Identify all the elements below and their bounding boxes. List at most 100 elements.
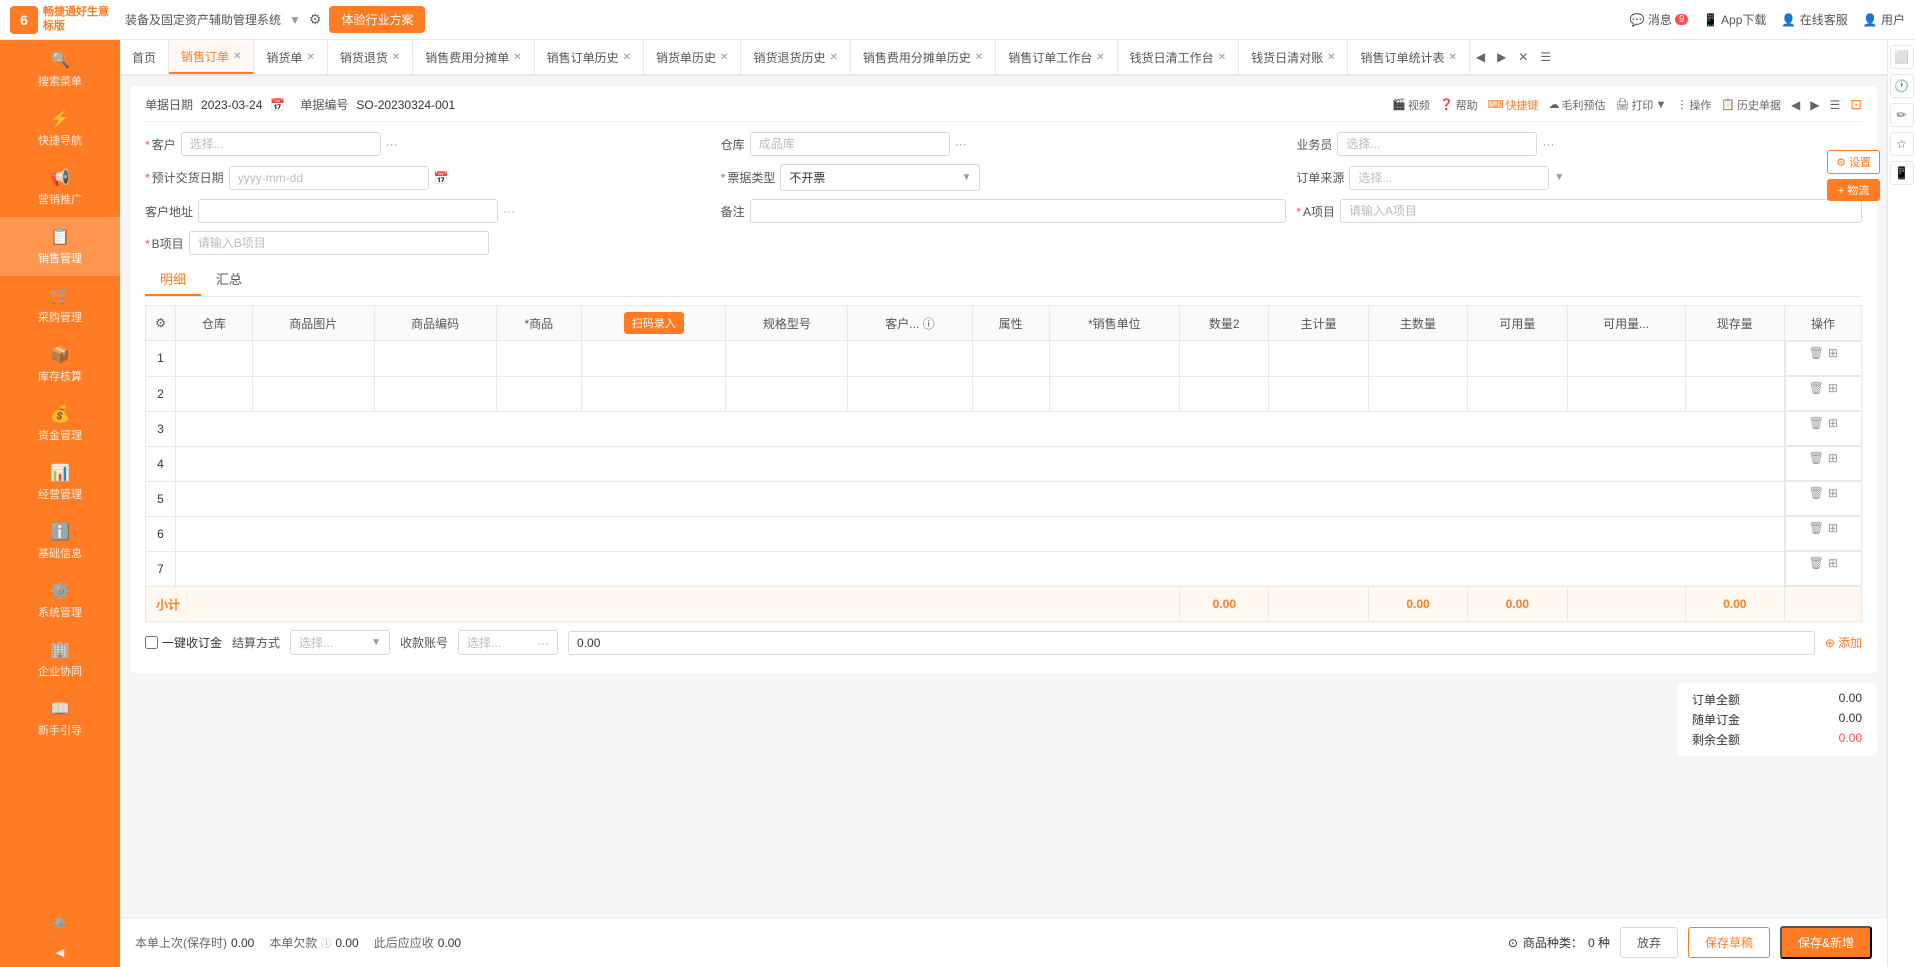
row-2-customer[interactable] (848, 376, 972, 411)
discard-button[interactable]: 放弃 (1620, 927, 1678, 958)
tab-prev-btn[interactable]: ◀ (1470, 50, 1491, 64)
account-ellipsis[interactable]: ··· (537, 636, 549, 650)
remark-input[interactable] (750, 199, 1287, 223)
tab-sales-invoice[interactable]: 销货单 ✕ (254, 40, 327, 74)
tab-return-history-close[interactable]: ✕ (829, 52, 837, 63)
product-types-icon[interactable]: ⊙ (1508, 936, 1518, 950)
tab-home[interactable]: 首页 (120, 40, 169, 74)
col-available-ext[interactable]: 可用量... (1567, 306, 1685, 341)
warehouse-input[interactable] (750, 132, 950, 156)
save-new-button[interactable]: 保存&新增 (1780, 926, 1872, 959)
row-4-delete-icon[interactable]: 🗑 (1809, 451, 1824, 476)
row-5-delete-icon[interactable]: 🗑 (1809, 486, 1824, 511)
row-1-unit[interactable] (1049, 341, 1180, 377)
settings-icon[interactable]: ⚙ (309, 11, 322, 28)
row-3-copy-icon[interactable]: ⊞ (1828, 416, 1838, 441)
row-7-delete-icon[interactable]: 🗑 (1809, 556, 1824, 581)
add-material-button[interactable]: + 物流 (1827, 179, 1880, 201)
solution-button[interactable]: 体验行业方案 (329, 6, 425, 33)
row-1-customer[interactable] (848, 341, 972, 377)
row-2-scan[interactable] (582, 376, 726, 411)
tab-sales-order-history-close[interactable]: ✕ (623, 52, 631, 63)
nav-prev-icon[interactable]: ◀ (1791, 98, 1800, 112)
payment-method-select[interactable]: 选择... ▼ (290, 630, 390, 655)
tab-sales-workbench-close[interactable]: ✕ (1096, 52, 1104, 63)
fullscreen-icon[interactable]: ⊡ (1850, 96, 1862, 113)
row-2-attr[interactable] (972, 376, 1049, 411)
col-qty2[interactable]: 数量2 (1180, 306, 1269, 341)
col-warehouse[interactable]: 仓库 (176, 306, 253, 341)
row-2-delete-icon[interactable]: 🗑 (1809, 381, 1824, 406)
tab-daily-reconcile[interactable]: 钱货日清对账 ✕ (1239, 40, 1348, 74)
col-product-image[interactable]: 商品图片 (252, 306, 374, 341)
row-1-stock[interactable] (1685, 341, 1784, 377)
tab-sales-fee-close[interactable]: ✕ (513, 52, 521, 63)
history-btn[interactable]: 📋 历史单据 (1721, 97, 1781, 113)
nav-next-icon[interactable]: ▶ (1810, 98, 1819, 112)
col-main-qty[interactable]: 主数量 (1368, 306, 1467, 341)
calendar-icon[interactable]: 📅 (270, 98, 285, 112)
row-2-available[interactable] (1468, 376, 1567, 411)
customer-input[interactable] (181, 132, 381, 156)
row-2-copy-icon[interactable]: ⊞ (1828, 381, 1838, 406)
one-click-checkbox-label[interactable]: 一键收订金 (145, 634, 222, 651)
tab-sales-order[interactable]: 销售订单 ✕ (169, 40, 254, 74)
row-2-available-ext[interactable] (1567, 376, 1685, 411)
col-scan[interactable]: 扫码录入 (582, 306, 726, 341)
rp-icon-2[interactable]: 🕐 (1890, 74, 1914, 98)
sidebar-collapse-btn[interactable]: ◀ (0, 938, 120, 967)
row-2-unit[interactable] (1049, 376, 1180, 411)
debit-info-icon[interactable]: ⓘ (321, 935, 331, 950)
save-draft-button[interactable]: 保存草稿 (1688, 927, 1770, 958)
tab-daily-workbench-close[interactable]: ✕ (1218, 52, 1226, 63)
customer-address-input[interactable] (198, 199, 498, 223)
tab-sales-workbench[interactable]: 销售订单工作台 ✕ (996, 40, 1117, 74)
shortcut-btn[interactable]: ⌨ 快捷键 (1488, 97, 1539, 113)
account-select[interactable]: 选择... ··· (458, 630, 558, 655)
row-2-main-unit[interactable] (1269, 376, 1368, 411)
online-support-link[interactable]: 👤 在线客服 (1781, 11, 1847, 28)
user-menu[interactable]: 👤 用户 (1863, 11, 1905, 28)
row-1-warehouse[interactable] (176, 341, 253, 377)
print-btn[interactable]: 🖨 打印 ▼ (1615, 97, 1666, 113)
rp-icon-5[interactable]: 📱 (1890, 161, 1914, 185)
a-project-input[interactable] (1340, 199, 1862, 223)
sidebar-item-marketing[interactable]: 📢 营销推广 (0, 158, 120, 217)
tab-sales-stats-close[interactable]: ✕ (1449, 52, 1457, 63)
row-2-spec[interactable] (726, 376, 848, 411)
payment-amount-input[interactable] (568, 631, 1815, 655)
tab-sales-fee[interactable]: 销售费用分摊单 ✕ (413, 40, 534, 74)
tab-menu-btn[interactable]: ☰ (1534, 50, 1557, 64)
row-1-product[interactable] (496, 341, 582, 377)
row-1-main-qty[interactable] (1368, 341, 1467, 377)
col-customer-code[interactable]: 客户... ⓘ (848, 306, 972, 341)
view-video-btn[interactable]: 🎬 视频 (1392, 97, 1430, 113)
sidebar-bottom-settings[interactable]: ⚙️ (0, 909, 120, 938)
sidebar-item-enterprise[interactable]: 🏢 企业协同 (0, 630, 120, 689)
app-download-link[interactable]: 📱 App下载 (1703, 11, 1766, 28)
tab-sales-order-history[interactable]: 销售订单历史 ✕ (535, 40, 644, 74)
row-1-qty2[interactable] (1180, 341, 1269, 377)
col-attribute[interactable]: 属性 (972, 306, 1049, 341)
b-project-input[interactable] (189, 231, 489, 255)
staff-input[interactable] (1337, 132, 1537, 156)
tab-sales-stats[interactable]: 销售订单统计表 ✕ (1348, 40, 1469, 74)
row-2-main-qty[interactable] (1368, 376, 1467, 411)
rp-icon-3[interactable]: ✏ (1890, 103, 1914, 127)
row-1-delete-icon[interactable]: 🗑 (1809, 346, 1824, 371)
sidebar-item-finance[interactable]: 💰 资金管理 (0, 394, 120, 453)
tab-sales-order-close[interactable]: ✕ (233, 51, 241, 62)
tab-invoice-history[interactable]: 销货单历史 ✕ (644, 40, 741, 74)
tab-fee-history[interactable]: 销售费用分摊单历史 ✕ (851, 40, 996, 74)
row-2-qty2[interactable] (1180, 376, 1269, 411)
col-main-unit[interactable]: 主计量 (1269, 306, 1368, 341)
col-unit[interactable]: *销售单位 (1049, 306, 1180, 341)
sidebar-item-quicknav[interactable]: ⚡ 快捷导航 (0, 99, 120, 158)
sidebar-item-purchase[interactable]: 🛒 采购管理 (0, 276, 120, 335)
rp-icon-1[interactable]: ⬜ (1890, 45, 1914, 69)
one-click-checkbox[interactable] (145, 636, 158, 649)
row-3-delete-icon[interactable]: 🗑 (1809, 416, 1824, 441)
tab-daily-reconcile-close[interactable]: ✕ (1327, 52, 1335, 63)
row-1-main-unit[interactable] (1269, 341, 1368, 377)
profit-btn[interactable]: ☁ 毛利预估 (1548, 97, 1605, 113)
